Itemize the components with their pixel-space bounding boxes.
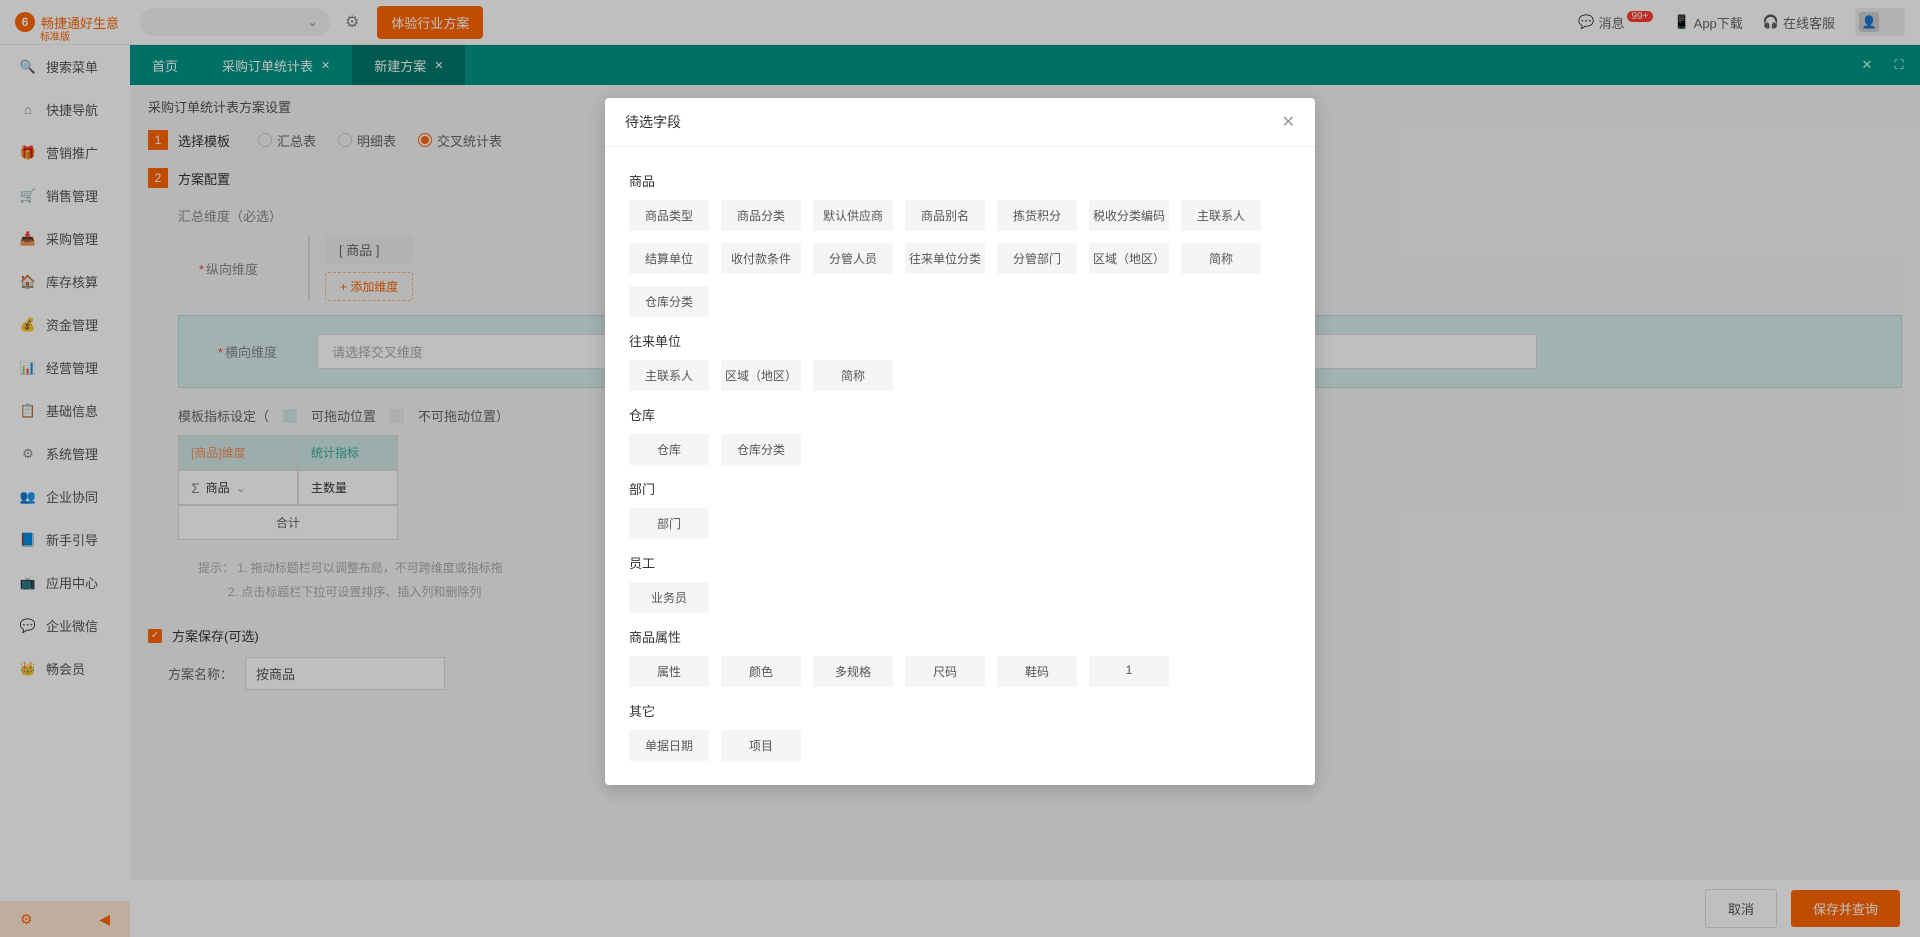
field-chip[interactable]: 单据日期 [629,730,709,761]
field-group: 商品商品类型商品分类默认供应商商品别名拣货积分税收分类编码主联系人结算单位收付款… [629,171,1291,317]
field-chip[interactable]: 拣货积分 [997,200,1077,231]
field-chip[interactable]: 简称 [813,360,893,391]
field-group-title: 其它 [629,701,1291,720]
field-chip[interactable]: 项目 [721,730,801,761]
field-chip[interactable]: 税收分类编码 [1089,200,1169,231]
field-chip[interactable]: 仓库分类 [629,286,709,317]
field-chip[interactable]: 1 [1089,656,1169,687]
modal-title: 待选字段 [625,112,681,132]
field-chip[interactable]: 往来单位分类 [905,243,985,274]
field-group: 其它单据日期项目 [629,701,1291,761]
field-group-title: 仓库 [629,405,1291,424]
field-select-modal: 待选字段 ✕ 商品商品类型商品分类默认供应商商品别名拣货积分税收分类编码主联系人… [605,98,1315,785]
field-chip[interactable]: 多规格 [813,656,893,687]
field-group-title: 员工 [629,553,1291,572]
field-group-title: 商品 [629,171,1291,190]
field-chip[interactable]: 仓库分类 [721,434,801,465]
field-group-title: 往来单位 [629,331,1291,350]
field-chip[interactable]: 仓库 [629,434,709,465]
field-chip[interactable]: 分管部门 [997,243,1077,274]
field-chip[interactable]: 主联系人 [629,360,709,391]
modal-close-button[interactable]: ✕ [1282,112,1295,132]
field-chip[interactable]: 商品别名 [905,200,985,231]
field-chip[interactable]: 区域（地区） [721,360,801,391]
field-chip[interactable]: 主联系人 [1181,200,1261,231]
field-group: 部门部门 [629,479,1291,539]
modal-overlay: 待选字段 ✕ 商品商品类型商品分类默认供应商商品别名拣货积分税收分类编码主联系人… [0,0,1920,937]
field-chip[interactable]: 简称 [1181,243,1261,274]
field-chip[interactable]: 商品类型 [629,200,709,231]
field-chip[interactable]: 收付款条件 [721,243,801,274]
field-chip[interactable]: 颜色 [721,656,801,687]
field-chip[interactable]: 鞋码 [997,656,1077,687]
field-group: 往来单位主联系人区域（地区） 简称 [629,331,1291,391]
field-chip[interactable]: 属性 [629,656,709,687]
field-group: 商品属性属性颜色多规格尺码鞋码 1 [629,627,1291,687]
field-chip[interactable]: 区域（地区） [1089,243,1169,274]
field-chip[interactable]: 结算单位 [629,243,709,274]
field-chip[interactable]: 默认供应商 [813,200,893,231]
field-chip[interactable]: 分管人员 [813,243,893,274]
field-group: 员工业务员 [629,553,1291,613]
field-chip[interactable]: 尺码 [905,656,985,687]
field-chip[interactable]: 业务员 [629,582,709,613]
field-group: 仓库仓库仓库分类 [629,405,1291,465]
field-group-title: 部门 [629,479,1291,498]
field-chip[interactable]: 商品分类 [721,200,801,231]
field-chip[interactable]: 部门 [629,508,709,539]
field-group-title: 商品属性 [629,627,1291,646]
